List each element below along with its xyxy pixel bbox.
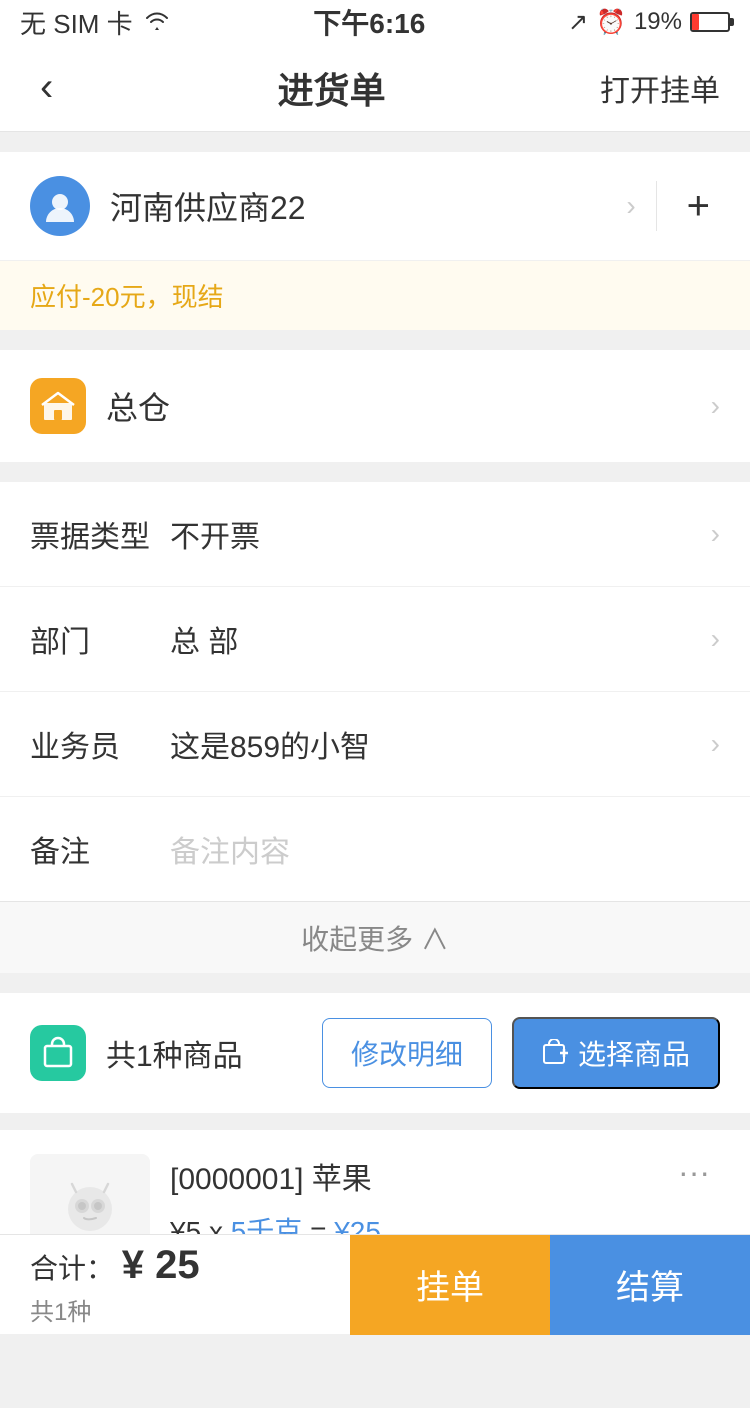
settle-button[interactable]: 结算 (550, 1235, 750, 1335)
notice-bar: 应付-20元，现结 (0, 261, 750, 330)
bottom-bar: 合计： ¥ 25 共1种 挂单 结算 (0, 1234, 750, 1334)
select-product-label: 选择商品 (578, 1033, 690, 1073)
hang-button[interactable]: 挂单 (350, 1235, 550, 1335)
invoice-label: 票据类型 (30, 512, 170, 556)
total-amount: ¥ 25 (122, 1243, 200, 1287)
battery-icon (690, 12, 730, 32)
status-time: 下午6:16 (313, 2, 425, 42)
dept-row[interactable]: 部门 总 部 › (0, 586, 750, 691)
supplier-chevron-icon: › (626, 190, 635, 222)
supplier-avatar (30, 176, 90, 236)
remark-label: 备注 (30, 827, 170, 871)
nav-bar: ‹ 进货单 打开挂单 (0, 44, 750, 132)
section-gap-2 (0, 330, 750, 350)
warehouse-section: 总仓 › (0, 350, 750, 462)
product-more-button[interactable]: ··· (668, 1154, 720, 1191)
supplier-section: 河南供应商22 › + 应付-20元，现结 (0, 152, 750, 330)
product-count-text: 共1种商品 (106, 1031, 302, 1075)
carrier-label: 无 SIM 卡 (20, 4, 133, 41)
supplier-row[interactable]: 河南供应商22 › + (0, 152, 750, 261)
invoice-chevron-icon: › (711, 518, 720, 550)
invoice-value: 不开票 (170, 512, 711, 556)
status-right: ↗ ⏰ 19% (568, 8, 730, 37)
warehouse-chevron-icon: › (711, 390, 720, 422)
supplier-divider (656, 181, 657, 231)
supplier-name: 河南供应商22 (110, 183, 626, 229)
product-count-icon (30, 1025, 86, 1081)
dept-chevron-icon: › (711, 623, 720, 655)
alarm-icon: ⏰ (596, 8, 626, 37)
form-section: 票据类型 不开票 › 部门 总 部 › 业务员 这是859的小智 › 备注 备注… (0, 482, 750, 901)
select-product-button[interactable]: 选择商品 (512, 1017, 720, 1089)
total-count: 共1种 (30, 1292, 320, 1327)
dept-value: 总 部 (170, 617, 711, 661)
warehouse-name: 总仓 (106, 383, 711, 429)
total-line: 合计： ¥ 25 (30, 1243, 320, 1288)
warehouse-row[interactable]: 总仓 › (0, 350, 750, 462)
edit-detail-button[interactable]: 修改明细 (322, 1018, 492, 1088)
total-label: 合计： (30, 1253, 114, 1284)
product-name: [0000001] 苹果 (170, 1154, 668, 1198)
status-left: 无 SIM 卡 (20, 4, 171, 41)
add-button[interactable]: + (677, 184, 720, 229)
collapse-bar[interactable]: 收起更多 ∧ (0, 901, 750, 973)
open-hang-button[interactable]: 打开挂单 (600, 66, 720, 110)
sales-label: 业务员 (30, 722, 170, 766)
location-icon: ↗ (568, 8, 588, 37)
section-gap-3 (0, 462, 750, 482)
warehouse-icon (30, 378, 86, 434)
product-header: 共1种商品 修改明细 选择商品 (0, 993, 750, 1113)
back-button[interactable]: ‹ (30, 55, 63, 120)
section-gap-1 (0, 132, 750, 152)
remark-row[interactable]: 备注 备注内容 (0, 796, 750, 901)
total-section: 合计： ¥ 25 共1种 (0, 1243, 350, 1327)
sales-chevron-icon: › (711, 728, 720, 760)
remark-input[interactable]: 备注内容 (170, 827, 720, 871)
battery-percent: 19% (634, 8, 682, 36)
sales-row[interactable]: 业务员 这是859的小智 › (0, 691, 750, 796)
status-bar: 无 SIM 卡 下午6:16 ↗ ⏰ 19% (0, 0, 750, 44)
invoice-row[interactable]: 票据类型 不开票 › (0, 482, 750, 586)
wifi-icon (143, 7, 171, 38)
sales-value: 这是859的小智 (170, 722, 711, 766)
page-title: 进货单 (278, 62, 386, 114)
section-gap-4 (0, 973, 750, 993)
dept-label: 部门 (30, 617, 170, 661)
